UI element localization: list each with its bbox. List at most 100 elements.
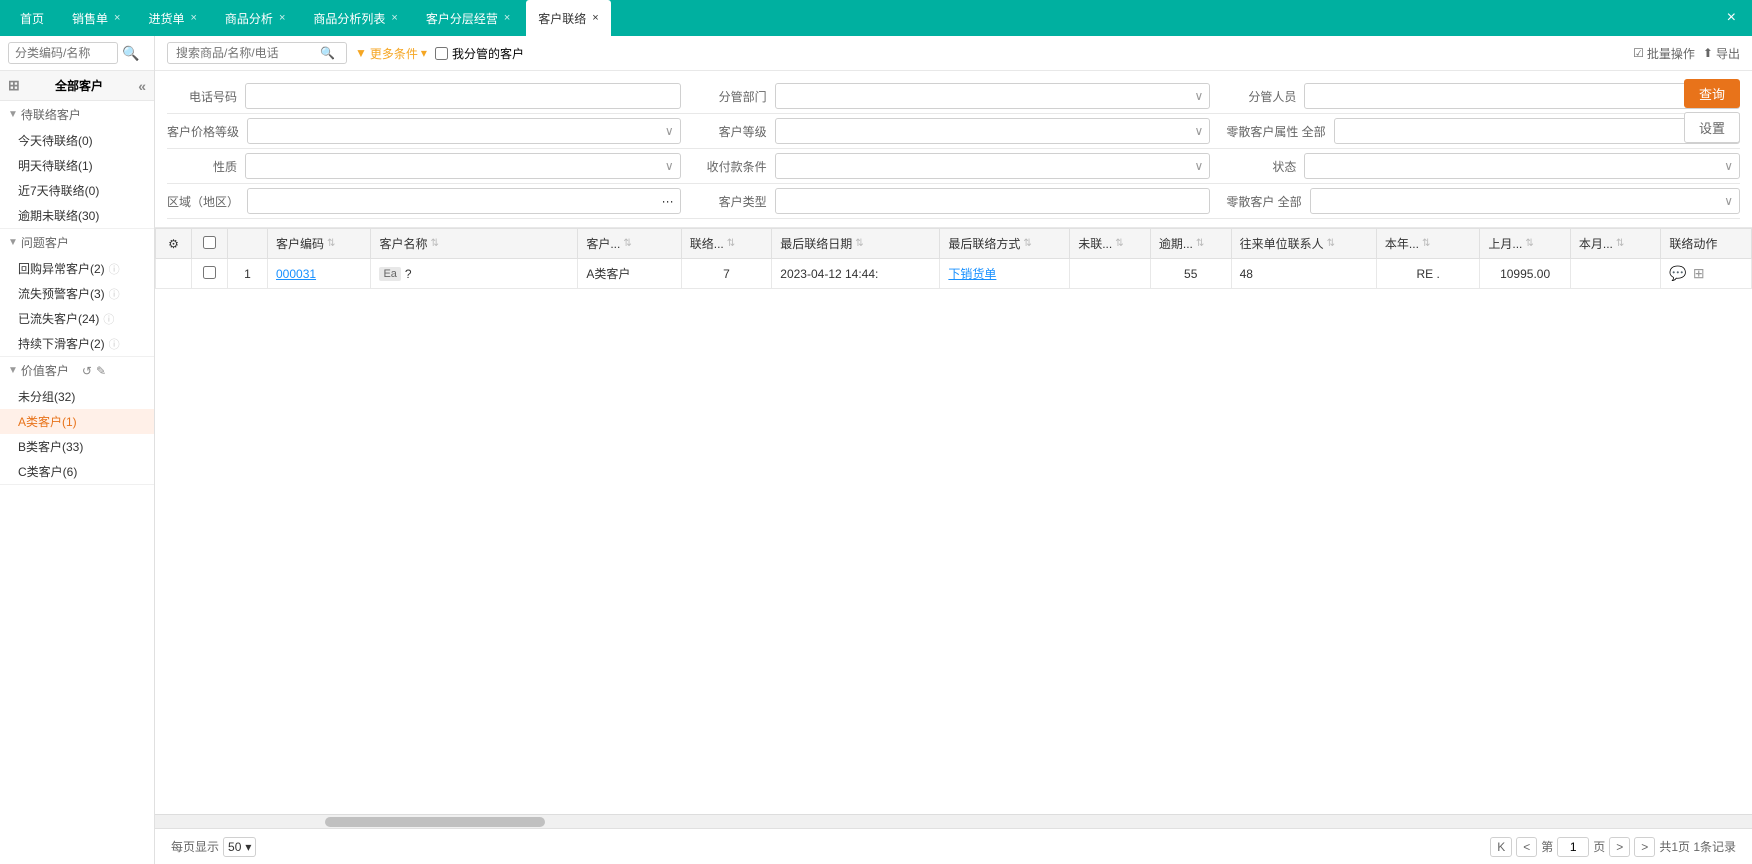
scrollbar-thumb[interactable] <box>325 817 545 827</box>
filter-retail-attr-select[interactable]: ∨ <box>1334 118 1740 144</box>
close-icon[interactable]: × <box>391 12 397 24</box>
th-this-month[interactable]: 本月... ⇅ <box>1570 229 1661 259</box>
th-name[interactable]: 客户名称 ⇅ <box>371 229 578 259</box>
th-not-contact[interactable]: 未联... ⇅ <box>1070 229 1151 259</box>
filter-customer-level-select[interactable]: ∨ <box>775 118 1211 144</box>
filter-price-level: 客户价格等级 ∨ <box>167 118 681 144</box>
sidebar-item-class-b[interactable]: B类客户(33) <box>0 434 154 459</box>
query-button[interactable]: 查询 <box>1684 79 1740 108</box>
my-customers-checkbox[interactable]: 我分管的客户 <box>435 45 524 62</box>
section-problem-label: 问题客户 <box>21 234 69 251</box>
sidebar-item-7days[interactable]: 近7天待联络(0) <box>0 178 154 203</box>
section-problem-title[interactable]: ▼ 问题客户 <box>0 229 154 256</box>
close-icon[interactable]: × <box>592 12 598 24</box>
th-last-month[interactable]: 上月... ⇅ <box>1480 229 1571 259</box>
sidebar-item-churn-warning[interactable]: 流失预警客户(3) ⓘ <box>0 281 154 306</box>
filter-nature-select[interactable]: ∨ <box>245 153 681 179</box>
page-label: 第 <box>1541 838 1553 855</box>
td-code[interactable]: 000031 <box>268 259 371 289</box>
sidebar-all-customers[interactable]: ⊞ 全部客户 « <box>0 71 154 101</box>
filter-status-select[interactable]: ∨ <box>1304 153 1740 179</box>
row-checkbox[interactable] <box>203 266 216 279</box>
refresh-icon[interactable]: ↺ <box>82 364 92 378</box>
more-conditions-button[interactable]: ▼ 更多条件 ▾ <box>355 45 427 62</box>
sidebar-item-label: 未分组(32) <box>18 388 75 405</box>
last-page-button[interactable]: > <box>1634 837 1655 857</box>
filter-dept-select[interactable]: ∨ <box>775 83 1211 109</box>
chat-icon[interactable]: 💬 <box>1669 265 1686 282</box>
th-this-year[interactable]: 本年... ⇅ <box>1376 229 1479 259</box>
page-input[interactable] <box>1557 837 1589 857</box>
per-page-select[interactable]: 50 ▾ <box>223 837 256 857</box>
horizontal-scrollbar[interactable] <box>155 814 1752 828</box>
batch-op-button[interactable]: ☑ 批量操作 <box>1633 45 1695 62</box>
th-last-way[interactable]: 最后联络方式 ⇅ <box>940 229 1070 259</box>
th-code[interactable]: 客户编码 ⇅ <box>268 229 371 259</box>
arrow-icon: ▼ <box>8 109 18 120</box>
sidebar-item-declining[interactable]: 持续下滑客户(2) ⓘ <box>0 331 154 356</box>
info-icon: ⓘ <box>109 261 120 277</box>
th-gear[interactable]: ⚙ <box>156 229 192 259</box>
gear-icon[interactable]: ⚙ <box>168 237 179 251</box>
edit-icon[interactable]: ✎ <box>96 364 106 378</box>
first-page-button[interactable]: K <box>1490 837 1512 857</box>
collapse-button[interactable]: « <box>138 78 146 94</box>
sort-icon: ⇅ <box>327 238 335 249</box>
tab-customer-layer[interactable]: 客户分层经营 × <box>414 0 522 36</box>
close-icon[interactable]: × <box>504 12 510 24</box>
tab-goods-analysis[interactable]: 商品分析 × <box>213 0 297 36</box>
th-last-date[interactable]: 最后联络日期 ⇅ <box>772 229 940 259</box>
window-close-button[interactable]: × <box>1719 9 1744 27</box>
th-overdue[interactable]: 逾期... ⇅ <box>1150 229 1231 259</box>
close-icon[interactable]: × <box>279 12 285 24</box>
my-customers-check[interactable] <box>435 47 448 60</box>
settings-button[interactable]: 设置 <box>1684 112 1740 143</box>
th-checkbox[interactable] <box>192 229 228 259</box>
th-contact-label: 联络... <box>690 235 724 252</box>
sort-icon: ⇅ <box>623 238 631 249</box>
prev-page-button[interactable]: < <box>1516 837 1537 857</box>
sidebar-search-input[interactable] <box>8 42 118 64</box>
th-type[interactable]: 客户... ⇅ <box>578 229 681 259</box>
sidebar-item-ungrouped[interactable]: 未分组(32) <box>0 384 154 409</box>
filter-retail-customer-select[interactable]: ∨ <box>1310 188 1740 214</box>
filter-region-select[interactable]: ··· <box>247 188 681 214</box>
chevron-down-icon: ∨ <box>1195 124 1204 138</box>
filter-search-icon[interactable]: 🔍 <box>320 46 335 60</box>
filter-customer-type-input[interactable] <box>775 188 1211 214</box>
sidebar-item-today[interactable]: 今天待联络(0) <box>0 128 154 153</box>
tab-goods-list[interactable]: 商品分析列表 × <box>301 0 409 36</box>
filter-person-select[interactable]: ··· <box>1304 83 1740 109</box>
row-code[interactable]: 000031 <box>276 267 316 281</box>
section-value-title[interactable]: ▼ 价值客户 ↺ ✎ <box>0 357 154 384</box>
filter-person: 分管人员 ··· <box>1226 83 1740 109</box>
th-contact[interactable]: 联络... ⇅ <box>681 229 772 259</box>
filter-search-input[interactable] <box>176 46 316 60</box>
sidebar-item-class-a[interactable]: A类客户(1) <box>0 409 154 434</box>
select-all-checkbox[interactable] <box>203 236 216 249</box>
th-unit-contacts[interactable]: 往来单位联系人 ⇅ <box>1231 229 1376 259</box>
tab-home[interactable]: 首页 <box>8 0 56 36</box>
export-button[interactable]: ⬆ 导出 <box>1703 45 1740 62</box>
sidebar-item-class-c[interactable]: C类客户(6) <box>0 459 154 484</box>
close-icon[interactable]: × <box>114 12 120 24</box>
sidebar-search-icon[interactable]: 🔍 <box>122 45 139 62</box>
row-last-way[interactable]: 下销货单 <box>948 267 996 281</box>
sidebar-item-overdue[interactable]: 逾期未联络(30) <box>0 203 154 228</box>
filter-price-level-select[interactable]: ∨ <box>247 118 681 144</box>
tab-purchase[interactable]: 进货单 × <box>136 0 208 36</box>
close-icon[interactable]: × <box>190 12 196 24</box>
sidebar-item-tomorrow[interactable]: 明天待联络(1) <box>0 153 154 178</box>
section-pending-title[interactable]: ▼ 待联络客户 <box>0 101 154 128</box>
sidebar-item-churned[interactable]: 已流失客户(24) ⓘ <box>0 306 154 331</box>
filter-payment-select[interactable]: ∨ <box>775 153 1211 179</box>
tab-sales[interactable]: 销售单 × <box>60 0 132 36</box>
tab-customer-contact[interactable]: 客户联络 × <box>526 0 610 36</box>
filter-search-box: 🔍 <box>167 42 347 64</box>
grid-action-icon[interactable]: ⊞ <box>1693 265 1705 282</box>
next-page-button[interactable]: > <box>1609 837 1630 857</box>
td-checkbox[interactable] <box>192 259 228 289</box>
filter-phone-input[interactable] <box>245 83 681 109</box>
td-last-way[interactable]: 下销货单 <box>940 259 1070 289</box>
sidebar-item-repurchase-abnormal[interactable]: 回购异常客户(2) ⓘ <box>0 256 154 281</box>
